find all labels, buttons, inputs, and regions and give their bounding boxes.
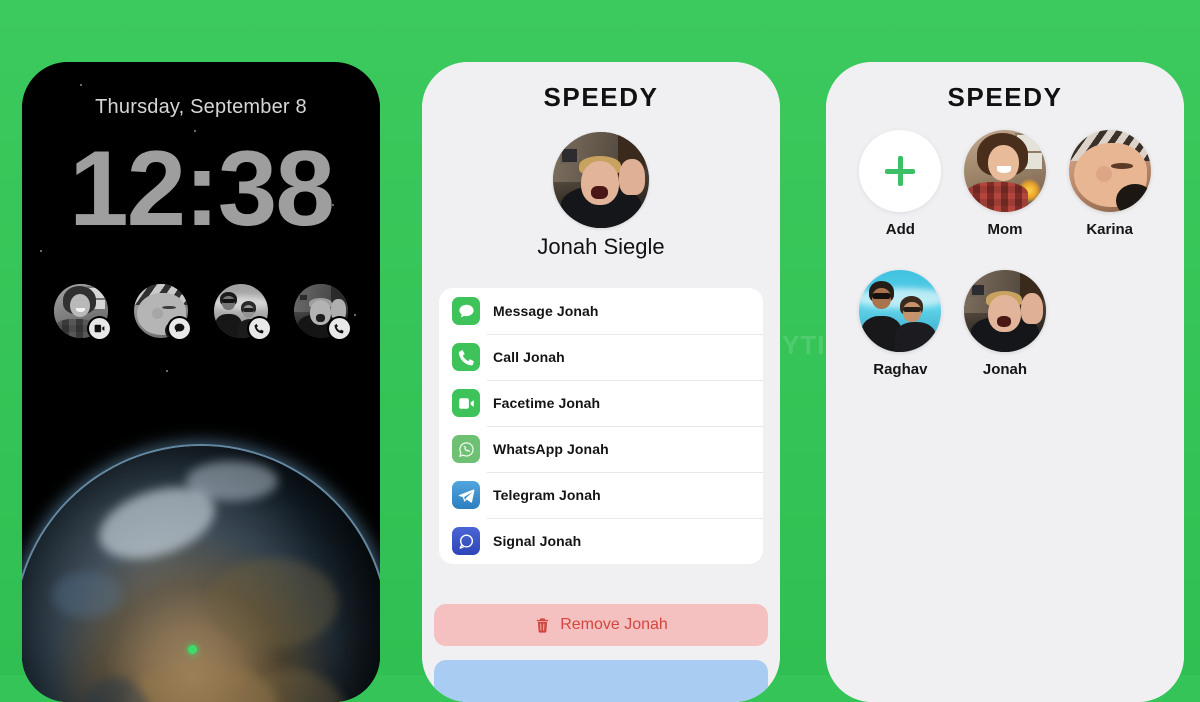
earth-feature	[208, 557, 339, 648]
star-speck	[166, 370, 168, 372]
trash-icon	[534, 617, 551, 634]
screenshot-stage: YTI com Thursday, September 8 12:38	[0, 0, 1200, 702]
secondary-action-button[interactable]	[434, 660, 768, 702]
contact-avatar[interactable]	[859, 270, 942, 352]
phone-contact-grid: SPEEDY Add Mom Karina Raghav Jonah	[826, 62, 1184, 702]
app-title: SPEEDY	[543, 82, 659, 112]
earth-feature	[186, 460, 279, 501]
watermark-right: YTI	[782, 330, 826, 360]
grid-item-label: Jonah	[982, 361, 1028, 378]
lock-contact-1[interactable]	[54, 284, 110, 339]
action-row-call[interactable]: Call Jonah	[439, 334, 763, 380]
lock-contact-4[interactable]	[294, 284, 350, 339]
grid-item-mom[interactable]: Mom	[955, 130, 1055, 238]
action-label: Call Jonah	[493, 349, 565, 365]
contact-grid: Add Mom Karina Raghav Jonah	[848, 130, 1162, 378]
action-row-facetime[interactable]: Facetime Jonah	[439, 380, 763, 426]
telegram-icon	[452, 481, 480, 509]
lock-screen-clock: 12:38	[69, 128, 335, 248]
lock-contact-2[interactable]	[134, 284, 190, 339]
remove-contact-label: Remove Jonah	[560, 616, 668, 633]
action-list: Message Jonah Call Jonah Facetime Jonah	[439, 288, 763, 564]
lock-screen-contact-widget[interactable]	[22, 284, 380, 339]
contact-avatar[interactable]	[553, 132, 649, 228]
contact-avatar[interactable]	[963, 270, 1046, 352]
action-row-message[interactable]: Message Jonah	[439, 288, 763, 334]
phone-badge-icon	[329, 318, 350, 339]
phone-contact-detail: SPEEDY Jonah Siegle Message Jonah Call J…	[422, 62, 780, 702]
lock-contact-3[interactable]	[214, 284, 270, 339]
action-row-whatsapp[interactable]: WhatsApp Jonah	[439, 426, 763, 472]
phone-icon	[452, 343, 480, 371]
action-row-signal[interactable]: Signal Jonah	[439, 518, 763, 564]
facetime-badge-icon	[89, 318, 110, 339]
action-label: WhatsApp Jonah	[493, 441, 609, 457]
facetime-icon	[452, 389, 480, 417]
grid-item-add[interactable]: Add	[850, 130, 950, 238]
app-title: SPEEDY	[947, 82, 1063, 112]
messages-icon	[452, 297, 480, 325]
location-dot-icon	[187, 645, 197, 655]
grid-item-raghav[interactable]: Raghav	[850, 270, 950, 378]
action-label: Signal Jonah	[493, 533, 582, 549]
lock-screen: Thursday, September 8 12:38	[22, 62, 380, 702]
grid-item-label: Raghav	[873, 361, 928, 378]
message-badge-icon	[169, 318, 190, 339]
grid-item-karina[interactable]: Karina	[1060, 130, 1160, 238]
action-label: Message Jonah	[493, 303, 599, 319]
remove-contact-button[interactable]: Remove Jonah	[434, 604, 768, 646]
phone-badge-icon	[249, 318, 270, 339]
earth-wallpaper	[22, 446, 380, 702]
whatsapp-icon	[452, 435, 480, 463]
earth-feature	[52, 572, 123, 619]
action-label: Facetime Jonah	[493, 395, 601, 411]
contact-avatar[interactable]	[963, 130, 1046, 212]
grid-item-label: Karina	[1086, 221, 1133, 238]
plus-icon	[885, 156, 916, 186]
contact-name: Jonah Siegle	[537, 234, 665, 259]
grid-screen: SPEEDY Add Mom Karina Raghav Jonah	[826, 62, 1184, 702]
contact-avatar[interactable]	[1068, 130, 1151, 212]
phone-lock-screen: Thursday, September 8 12:38	[22, 62, 380, 702]
grid-item-jonah[interactable]: Jonah	[955, 270, 1055, 378]
grid-item-label: Add	[885, 221, 915, 238]
add-contact-circle[interactable]	[859, 130, 942, 212]
signal-icon	[452, 527, 480, 555]
detail-screen: SPEEDY Jonah Siegle Message Jonah Call J…	[422, 62, 780, 702]
action-row-telegram[interactable]: Telegram Jonah	[439, 472, 763, 518]
action-label: Telegram Jonah	[493, 487, 601, 503]
star-speck	[80, 84, 82, 86]
grid-item-label: Mom	[987, 221, 1023, 238]
